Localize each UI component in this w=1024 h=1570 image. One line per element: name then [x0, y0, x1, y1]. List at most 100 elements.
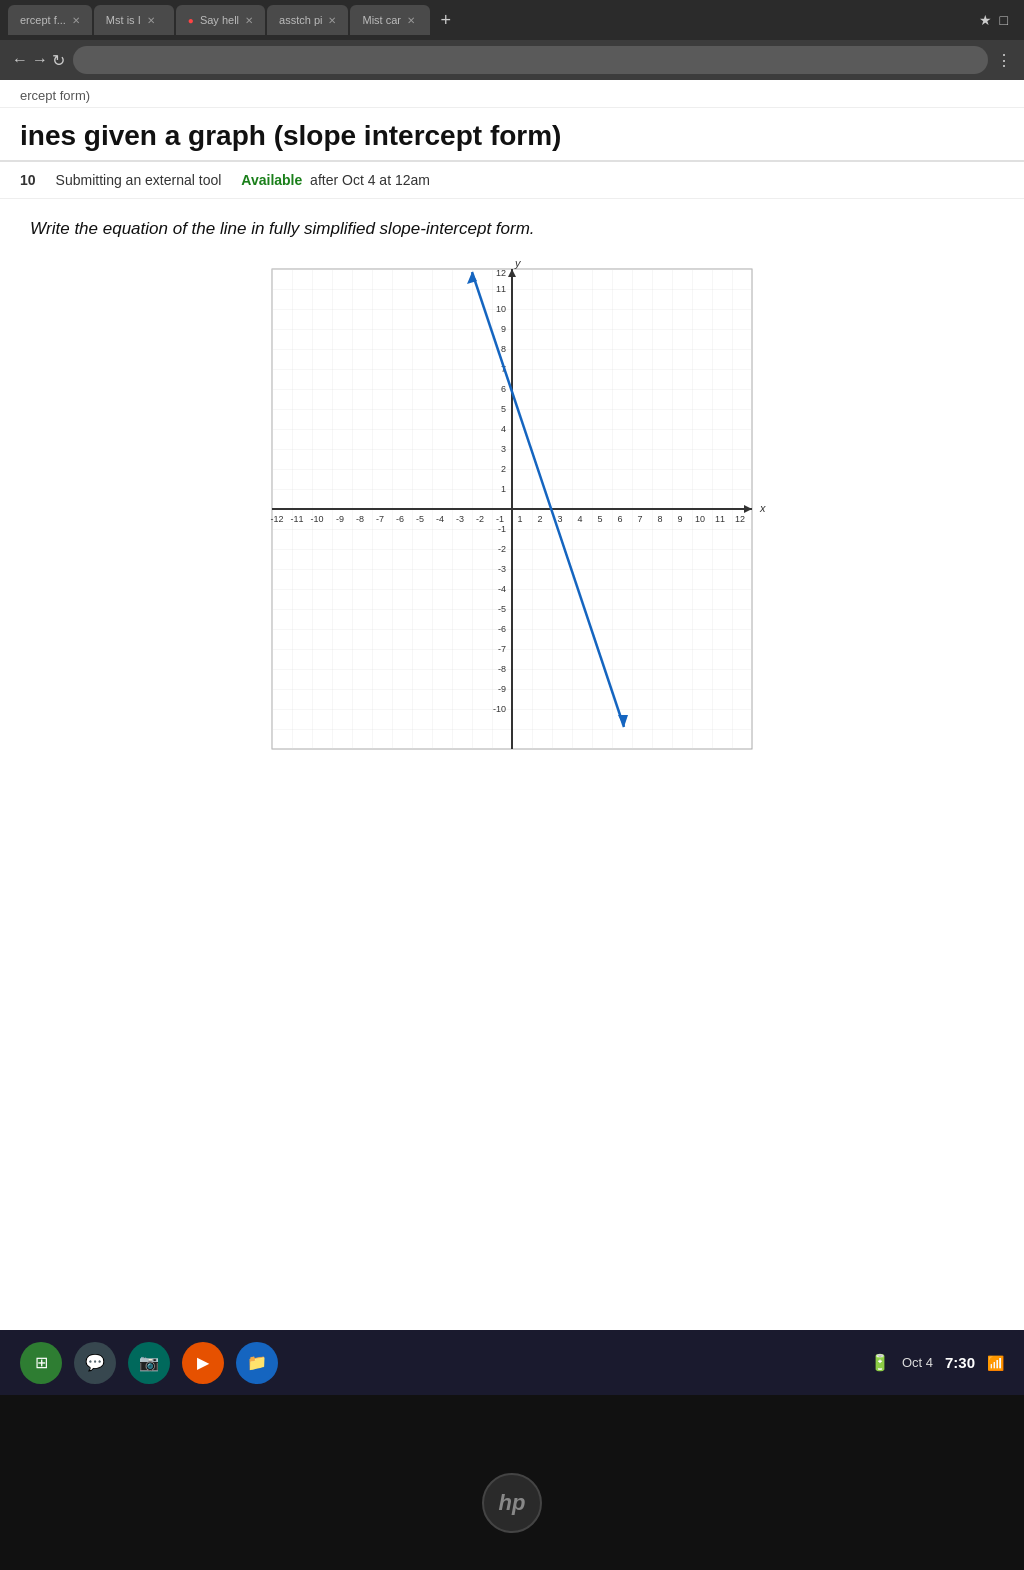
taskbar: ⊞ 💬 📷 ▶ 📁 🔋 Oct 4 7:30 📶 — [0, 1330, 1024, 1395]
svg-text:8: 8 — [501, 344, 506, 354]
menu-icon: ⊞ — [35, 1353, 48, 1372]
page-content: ercept form) ines given a graph (slope i… — [0, 80, 1024, 1350]
graph-container: 1 2 3 4 5 6 7 8 9 10 11 12 -1 — [30, 259, 994, 779]
svg-text:-8: -8 — [356, 514, 364, 524]
chat-icon: 💬 — [85, 1353, 105, 1372]
svg-text:-12: -12 — [270, 514, 283, 524]
tab-2-close[interactable]: ✕ — [147, 15, 155, 26]
tab-bar: ercept f... ✕ Mst is I ✕ ● Say hell ✕ as… — [0, 0, 1024, 40]
svg-text:9: 9 — [501, 324, 506, 334]
tab-3-label: Say hell — [200, 14, 239, 26]
svg-text:-10: -10 — [493, 704, 506, 714]
window-controls: ★ □ — [979, 12, 1016, 28]
taskbar-clock: 7:30 — [945, 1354, 975, 1371]
svg-text:2: 2 — [537, 514, 542, 524]
question-text: Write the equation of the line in fully … — [30, 219, 994, 239]
svg-text:-9: -9 — [498, 684, 506, 694]
svg-text:-8: -8 — [498, 664, 506, 674]
taskbar-icon-play[interactable]: ▶ — [182, 1342, 224, 1384]
more-button[interactable]: ⋮ — [996, 51, 1012, 70]
taskbar-icon-chat[interactable]: 💬 — [74, 1342, 116, 1384]
svg-text:8: 8 — [657, 514, 662, 524]
window-icon[interactable]: □ — [1000, 12, 1008, 28]
available-text: after Oct 4 at 12am — [310, 172, 430, 188]
svg-text:10: 10 — [496, 304, 506, 314]
back-button[interactable]: ← — [12, 51, 28, 70]
svg-text:4: 4 — [501, 424, 506, 434]
svg-text:7: 7 — [637, 514, 642, 524]
tab-add-button[interactable]: + — [432, 5, 459, 35]
availability-info: Available after Oct 4 at 12am — [241, 172, 430, 188]
camera-icon: 📷 — [139, 1353, 159, 1372]
svg-text:-2: -2 — [498, 544, 506, 554]
svg-text:-10: -10 — [310, 514, 323, 524]
question-area: Write the equation of the line in fully … — [0, 199, 1024, 799]
browser-chrome: ercept f... ✕ Mst is I ✕ ● Say hell ✕ as… — [0, 0, 1024, 80]
address-bar[interactable] — [73, 46, 988, 74]
youtube-icon: ● — [188, 15, 194, 26]
svg-text:9: 9 — [677, 514, 682, 524]
svg-text:6: 6 — [501, 384, 506, 394]
hp-text: hp — [499, 1490, 526, 1516]
tab-5-close[interactable]: ✕ — [407, 15, 415, 26]
svg-text:3: 3 — [557, 514, 562, 524]
svg-text:12: 12 — [496, 268, 506, 278]
taskbar-date: Oct 4 — [902, 1355, 933, 1370]
svg-text:11: 11 — [496, 284, 506, 294]
svg-text:5: 5 — [597, 514, 602, 524]
nav-bar: ← → ↻ ⋮ — [0, 40, 1024, 80]
browser-actions: ⋮ — [996, 51, 1012, 70]
tab-2-label: Mst is I — [106, 14, 141, 26]
svg-text:-11: -11 — [290, 514, 303, 524]
svg-text:-5: -5 — [498, 604, 506, 614]
svg-text:-4: -4 — [436, 514, 444, 524]
tab-4-close[interactable]: ✕ — [328, 15, 336, 26]
taskbar-icon-camera[interactable]: 📷 — [128, 1342, 170, 1384]
bookmark-icon[interactable]: ★ — [979, 12, 992, 28]
graph-wrapper: 1 2 3 4 5 6 7 8 9 10 11 12 -1 — [252, 259, 772, 779]
svg-text:1: 1 — [501, 484, 506, 494]
svg-text:5: 5 — [501, 404, 506, 414]
svg-text:3: 3 — [501, 444, 506, 454]
tab-3-close[interactable]: ✕ — [245, 15, 253, 26]
nav-buttons: ← → ↻ — [12, 51, 65, 70]
svg-text:10: 10 — [695, 514, 705, 524]
svg-text:-7: -7 — [376, 514, 384, 524]
tab-4[interactable]: asstch pi ✕ — [267, 5, 348, 35]
svg-text:-3: -3 — [456, 514, 464, 524]
tab-5[interactable]: Mist car ✕ — [350, 5, 430, 35]
svg-text:-6: -6 — [498, 624, 506, 634]
tab-5-label: Mist car — [362, 14, 401, 26]
taskbar-icon-files[interactable]: 📁 — [236, 1342, 278, 1384]
svg-text:6: 6 — [617, 514, 622, 524]
refresh-button[interactable]: ↻ — [52, 51, 65, 70]
coordinate-graph: 1 2 3 4 5 6 7 8 9 10 11 12 -1 — [252, 259, 772, 779]
svg-text:-1: -1 — [496, 514, 504, 524]
wifi-icon: 📶 — [987, 1355, 1004, 1371]
svg-text:-1: -1 — [498, 524, 506, 534]
svg-text:y: y — [514, 259, 522, 269]
svg-text:-2: -2 — [476, 514, 484, 524]
tab-3[interactable]: ● Say hell ✕ — [176, 5, 265, 35]
laptop-bezel: hp — [0, 1395, 1024, 1570]
add-tab-icon: + — [440, 10, 451, 31]
hp-logo: hp — [482, 1473, 542, 1533]
svg-text:-6: -6 — [396, 514, 404, 524]
tab-1-label: ercept f... — [20, 14, 66, 26]
svg-text:12: 12 — [735, 514, 745, 524]
tab-1-close[interactable]: ✕ — [72, 15, 80, 26]
play-icon: ▶ — [197, 1353, 209, 1372]
svg-text:1: 1 — [517, 514, 522, 524]
available-label: Available — [241, 172, 302, 188]
taskbar-icon-menu[interactable]: ⊞ — [20, 1342, 62, 1384]
tab-1[interactable]: ercept f... ✕ — [8, 5, 92, 35]
assignment-meta: 10 Submitting an external tool Available… — [0, 162, 1024, 199]
svg-text:-3: -3 — [498, 564, 506, 574]
points-value: 10 — [20, 172, 36, 188]
svg-text:11: 11 — [715, 514, 725, 524]
tab-2[interactable]: Mst is I ✕ — [94, 5, 174, 35]
svg-text:2: 2 — [501, 464, 506, 474]
svg-text:-7: -7 — [498, 644, 506, 654]
tab-4-label: asstch pi — [279, 14, 322, 26]
forward-button[interactable]: → — [32, 51, 48, 70]
